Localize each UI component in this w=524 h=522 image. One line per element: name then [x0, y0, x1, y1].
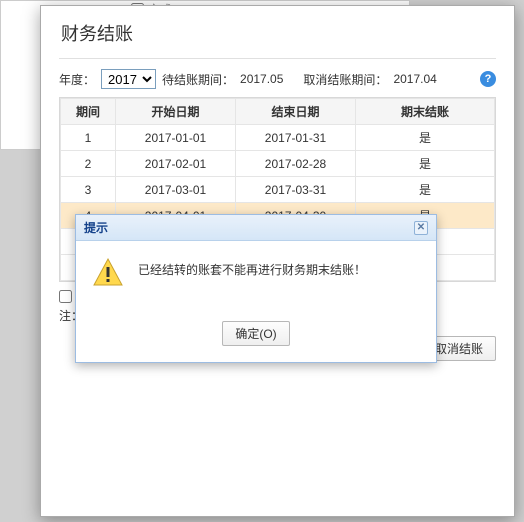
pending-period-label: 待结账期间： — [162, 71, 234, 88]
table-cell: 2017-01-31 — [236, 125, 356, 151]
table-cell: 2017-02-28 — [236, 151, 356, 177]
table-cell: 2 — [61, 151, 116, 177]
dialog-title: 财务结账 — [41, 6, 514, 58]
year-select[interactable]: 2017 — [101, 69, 156, 89]
pending-period-value: 2017.05 — [240, 72, 283, 86]
auto-writeoff-checkbox-input[interactable] — [59, 290, 72, 303]
table-cell: 是 — [356, 177, 495, 203]
year-label: 年度： — [59, 71, 95, 88]
cancel-period-value: 2017.04 — [393, 72, 436, 86]
warning-icon — [92, 257, 124, 289]
close-icon[interactable]: ✕ — [414, 221, 428, 235]
alert-title: 提示 — [84, 219, 108, 236]
table-cell: 2017-02-01 — [116, 151, 236, 177]
table-cell: 2017-01-01 — [116, 125, 236, 151]
col-closed: 期末结账 — [356, 99, 495, 125]
help-icon[interactable]: ? — [480, 71, 496, 87]
cancel-period-label: 取消结账期间： — [303, 71, 387, 88]
col-period: 期间 — [61, 99, 116, 125]
table-cell: 1 — [61, 125, 116, 151]
table-row[interactable]: 12017-01-012017-01-31是 — [61, 125, 495, 151]
col-end-date: 结束日期 — [236, 99, 356, 125]
alert-message: 已经结转的账套不能再进行财务期末结账！ — [138, 257, 366, 289]
table-row[interactable]: 32017-03-012017-03-31是 — [61, 177, 495, 203]
table-row[interactable]: 22017-02-012017-02-28是 — [61, 151, 495, 177]
table-cell: 3 — [61, 177, 116, 203]
col-start-date: 开始日期 — [116, 99, 236, 125]
table-header-row: 期间 开始日期 结束日期 期末结账 — [61, 99, 495, 125]
table-cell: 2017-03-01 — [116, 177, 236, 203]
alert-button-row: 确定(O) — [76, 299, 436, 362]
table-cell: 是 — [356, 125, 495, 151]
alert-dialog: 提示 ✕ 已经结转的账套不能再进行财务期末结账！ 确定(O) — [75, 214, 437, 363]
toolbar: 年度： 2017 待结账期间： 2017.05 取消结账期间： 2017.04 … — [41, 59, 514, 97]
alert-body: 已经结转的账套不能再进行财务期末结账！ — [76, 241, 436, 299]
table-cell: 2017-03-31 — [236, 177, 356, 203]
table-cell: 是 — [356, 151, 495, 177]
alert-header: 提示 ✕ — [76, 215, 436, 241]
alert-ok-button[interactable]: 确定(O) — [222, 321, 289, 346]
